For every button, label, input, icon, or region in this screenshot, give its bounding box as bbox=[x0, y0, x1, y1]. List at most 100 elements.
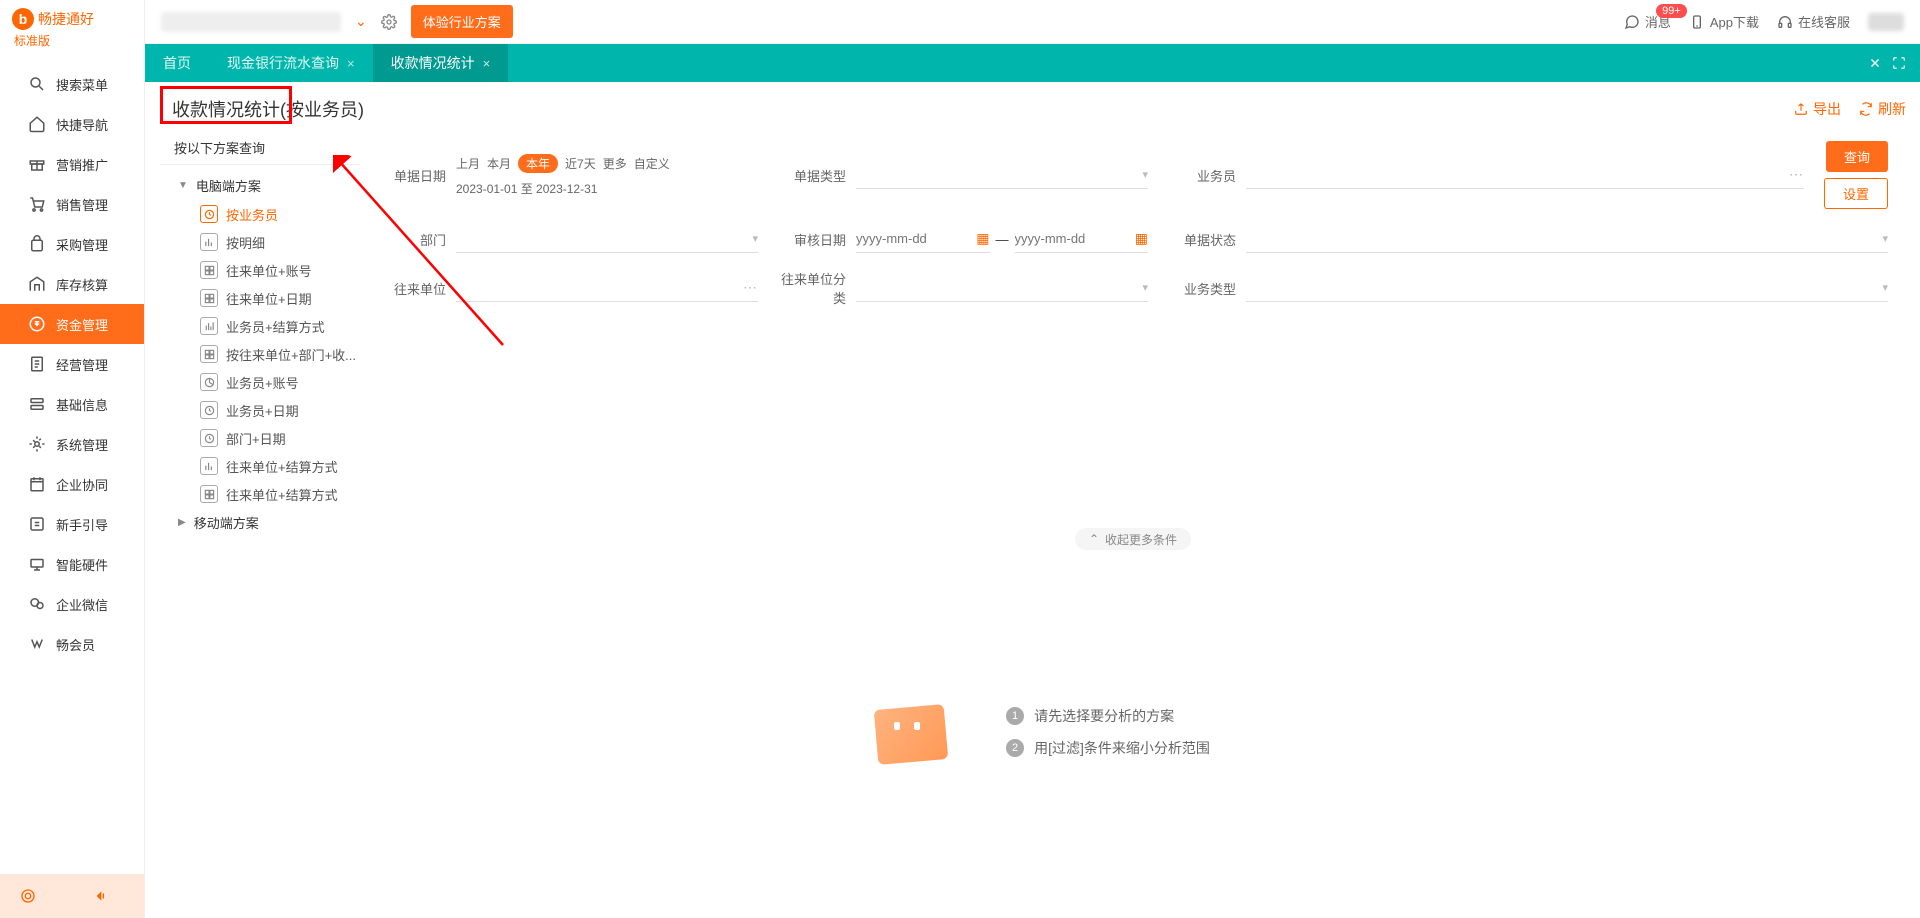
tree-item[interactable]: 按往来单位+部门+收... bbox=[160, 340, 512, 368]
topbar: ⌄ 体验行业方案 消息 99+ App下载 在线客服 bbox=[145, 0, 1920, 44]
sidebar-item-label: 畅会员 bbox=[56, 635, 95, 654]
doc-status-input[interactable] bbox=[1246, 231, 1882, 246]
chevron-down-icon: ▾ bbox=[1142, 281, 1148, 294]
date-chip-more[interactable]: 更多 bbox=[603, 155, 627, 172]
fullscreen-icon[interactable] bbox=[1892, 56, 1906, 70]
sidebar-item-member[interactable]: 畅会员 bbox=[0, 624, 144, 664]
sidebar-item-guide[interactable]: 新手引导 bbox=[0, 504, 144, 544]
sidebar-brand: b 畅捷通好 标准版 bbox=[0, 0, 144, 54]
user-avatar-blurred[interactable] bbox=[1868, 13, 1904, 31]
biz-type-select[interactable]: ▾ bbox=[1246, 274, 1888, 302]
sidebar-item-quicknav[interactable]: 快捷导航 bbox=[0, 104, 144, 144]
tree-item[interactable]: 业务员+账号 bbox=[160, 368, 512, 396]
tree-item[interactable]: 部门+日期 bbox=[160, 424, 512, 452]
sidebar-item-label: 基础信息 bbox=[56, 395, 108, 414]
filter-label: 业务类型 bbox=[1168, 279, 1236, 298]
sidebar-item-collab[interactable]: 企业协同 bbox=[0, 464, 144, 504]
settings-icon[interactable] bbox=[20, 888, 36, 904]
partner-select[interactable]: ⋯ bbox=[456, 274, 758, 302]
sidebar-item-hardware[interactable]: 智能硬件 bbox=[0, 544, 144, 584]
department-select[interactable]: ▾ bbox=[456, 225, 758, 253]
audit-date-from-input[interactable] bbox=[856, 231, 972, 246]
doc-status-select[interactable]: ▾ bbox=[1246, 225, 1888, 253]
messages-link[interactable]: 消息 99+ bbox=[1624, 12, 1671, 31]
wechat-icon bbox=[28, 595, 46, 613]
sidebar-item-label: 快捷导航 bbox=[56, 115, 108, 134]
settings-icon[interactable] bbox=[381, 14, 397, 30]
sidebar-item-finance[interactable]: 资金管理 bbox=[0, 304, 144, 344]
audit-date-to-input[interactable] bbox=[1015, 231, 1131, 246]
sidebar-item-wechat[interactable]: 企业微信 bbox=[0, 584, 144, 624]
biz-type-input[interactable] bbox=[1246, 280, 1882, 295]
date-chip-custom[interactable]: 自定义 bbox=[634, 155, 670, 172]
brand-subtitle: 标准版 bbox=[14, 32, 132, 49]
sidebar-item-label: 资金管理 bbox=[56, 315, 108, 334]
sidebar-item-label: 经营管理 bbox=[56, 355, 108, 374]
tab-cashflow[interactable]: 现金银行流水查询× bbox=[209, 44, 373, 82]
sidebar-item-search[interactable]: 搜索菜单 bbox=[0, 64, 144, 104]
tree-item-label: 往来单位+结算方式 bbox=[226, 457, 338, 476]
partner-class-input[interactable] bbox=[856, 280, 1142, 295]
app-download-link[interactable]: App下载 bbox=[1689, 12, 1759, 31]
salesman-input[interactable] bbox=[1246, 167, 1789, 182]
tab-label: 首页 bbox=[163, 53, 191, 73]
step-badge: 1 bbox=[1006, 707, 1024, 725]
close-icon[interactable]: × bbox=[483, 56, 491, 71]
sidebar-item-label: 营销推广 bbox=[56, 155, 108, 174]
clock-icon bbox=[200, 429, 218, 447]
collapse-bar: ⌃ 收起更多条件 bbox=[360, 528, 1906, 550]
tab-label: 收款情况统计 bbox=[391, 53, 475, 73]
sidebar-item-baseinfo[interactable]: 基础信息 bbox=[0, 384, 144, 424]
home-icon bbox=[28, 115, 46, 133]
salesman-select[interactable]: ⋯ bbox=[1246, 161, 1804, 189]
collapse-label: 收起更多条件 bbox=[1105, 531, 1177, 548]
service-label: 在线客服 bbox=[1798, 12, 1850, 31]
date-chip-lastmonth[interactable]: 上月 bbox=[456, 155, 480, 172]
warehouse-icon bbox=[28, 275, 46, 293]
audit-date-from[interactable]: ▦ bbox=[856, 225, 990, 253]
sidebar-footer bbox=[0, 874, 144, 918]
date-range-display: 2023-01-01 至 2023-12-31 bbox=[456, 180, 670, 197]
department-input[interactable] bbox=[456, 231, 752, 246]
sidebar-item-sales[interactable]: 销售管理 bbox=[0, 184, 144, 224]
partner-class-select[interactable]: ▾ bbox=[856, 274, 1148, 302]
partner-input[interactable] bbox=[456, 280, 743, 295]
sidebar-item-marketing[interactable]: 营销推广 bbox=[0, 144, 144, 184]
tab-receipt-stats[interactable]: 收款情况统计 × bbox=[373, 44, 509, 82]
close-all-icon[interactable] bbox=[1868, 56, 1882, 70]
settings-button[interactable]: 设置 bbox=[1824, 178, 1888, 209]
collapse-icon[interactable] bbox=[94, 888, 110, 904]
message-icon bbox=[1624, 14, 1640, 30]
doc-type-select[interactable]: ▾ bbox=[856, 161, 1148, 189]
export-label: 导出 bbox=[1813, 99, 1841, 119]
service-link[interactable]: 在线客服 bbox=[1777, 12, 1850, 31]
audit-date-to[interactable]: ▦ bbox=[1015, 225, 1149, 253]
filter-label: 往来单位 bbox=[378, 279, 446, 298]
sidebar-item-system[interactable]: 系统管理 bbox=[0, 424, 144, 464]
date-chip-last7[interactable]: 近7天 bbox=[565, 155, 596, 172]
date-chip-thismonth[interactable]: 本月 bbox=[487, 155, 511, 172]
more-icon: ⋯ bbox=[743, 279, 758, 296]
tab-home[interactable]: 首页 bbox=[145, 44, 209, 82]
sidebar-item-inventory[interactable]: 库存核算 bbox=[0, 264, 144, 304]
refresh-button[interactable]: 刷新 bbox=[1859, 99, 1906, 119]
refresh-label: 刷新 bbox=[1878, 99, 1906, 119]
tree-item[interactable]: 业务员+日期 bbox=[160, 396, 512, 424]
close-icon[interactable]: × bbox=[347, 56, 355, 71]
bag-icon bbox=[28, 235, 46, 253]
date-chip-thisyear[interactable]: 本年 bbox=[518, 154, 558, 173]
tree-item[interactable]: 往来单位+结算方式 bbox=[160, 480, 512, 508]
doc-type-input[interactable] bbox=[856, 167, 1142, 182]
experience-button[interactable]: 体验行业方案 bbox=[411, 5, 513, 38]
tree-item-label: 业务员+日期 bbox=[226, 401, 299, 420]
empty-step-2: 2用[过滤]条件来缩小分析范围 bbox=[1006, 738, 1210, 758]
chevron-down-icon[interactable]: ⌄ bbox=[355, 13, 367, 30]
tree-item[interactable]: 往来单位+结算方式 bbox=[160, 452, 512, 480]
export-button[interactable]: 导出 bbox=[1794, 99, 1841, 119]
empty-step-1: 1请先选择要分析的方案 bbox=[1006, 706, 1210, 726]
sidebar-item-operation[interactable]: 经营管理 bbox=[0, 344, 144, 384]
more-icon: ⋯ bbox=[1789, 166, 1804, 183]
sidebar-item-purchase[interactable]: 采购管理 bbox=[0, 224, 144, 264]
collapse-filters-button[interactable]: ⌃ 收起更多条件 bbox=[1075, 528, 1191, 550]
query-button[interactable]: 查询 bbox=[1826, 141, 1888, 172]
